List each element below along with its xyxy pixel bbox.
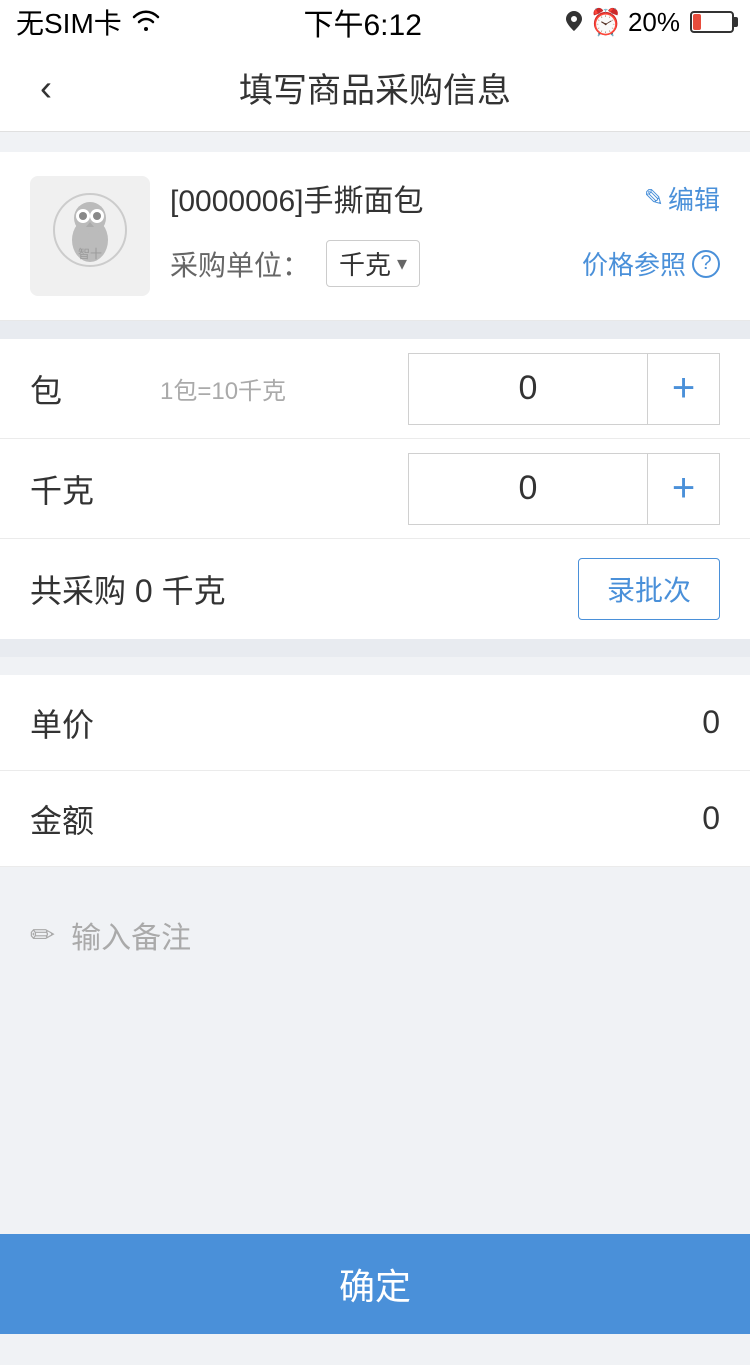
- product-card: 智十 [0000006]手撕面包 ✎ 编辑 采购单位： 千克: [0, 152, 750, 321]
- unit-label: 采购单位：: [170, 244, 310, 284]
- unit-selector[interactable]: 千克 ▾: [326, 240, 420, 287]
- summary-text: 共采购 0 千克: [30, 566, 226, 612]
- kg-qty-control: +: [408, 453, 720, 525]
- summary-row: 共采购 0 千克 录批次: [0, 539, 750, 639]
- kg-input-row: 千克 +: [0, 439, 750, 539]
- product-image: 智十: [30, 176, 150, 296]
- section-divider-2: [0, 639, 750, 657]
- wifi-icon: [130, 6, 162, 38]
- bag-input-row: 包 1包=10千克 +: [0, 339, 750, 439]
- bag-qty-input[interactable]: [408, 353, 648, 425]
- edit-icon: ✎: [644, 184, 664, 213]
- price-ref-button[interactable]: 价格参照 ?: [582, 245, 720, 282]
- alarm-icon: ⏰: [590, 7, 622, 38]
- bag-plus-button[interactable]: +: [648, 353, 720, 425]
- kg-qty-input[interactable]: [408, 453, 648, 525]
- svg-text:智十: 智十: [78, 246, 102, 261]
- edit-button[interactable]: ✎ 编辑: [644, 180, 720, 217]
- status-time: 下午6:12: [303, 0, 421, 44]
- unit-price-label: 单价: [30, 700, 94, 746]
- status-bar: 无SIM卡 下午6:12 ⏰ 20%: [0, 0, 750, 44]
- unit-price-row: 单价 0: [0, 675, 750, 771]
- unit-price-value: 0: [702, 704, 720, 741]
- unit-row-left: 采购单位： 千克 ▾: [170, 240, 420, 287]
- empty-space: [0, 985, 750, 1265]
- batch-button[interactable]: 录批次: [578, 558, 720, 620]
- battery-text: 20%: [628, 7, 680, 38]
- amount-value: 0: [702, 800, 720, 837]
- product-name: [0000006]手撕面包: [170, 176, 423, 220]
- price-section: 单价 0 金额 0: [0, 675, 750, 867]
- notes-placeholder: 输入备注: [71, 913, 191, 957]
- bag-label: 包: [30, 366, 150, 412]
- chevron-down-icon: ▾: [397, 251, 407, 276]
- status-right: ⏰ 20%: [564, 7, 734, 38]
- bag-qty-control: +: [408, 353, 720, 425]
- header: ‹ 填写商品采购信息: [0, 44, 750, 132]
- back-button[interactable]: ‹: [30, 57, 62, 119]
- battery-icon: [690, 11, 734, 33]
- page-title: 填写商品采购信息: [239, 63, 511, 112]
- product-logo: 智十: [50, 190, 130, 282]
- info-icon: ?: [692, 250, 720, 278]
- price-ref-label: 价格参照: [582, 245, 686, 282]
- section-divider-1: [0, 321, 750, 339]
- notes-section[interactable]: ✏ 输入备注: [0, 885, 750, 985]
- location-icon: [564, 7, 584, 38]
- product-info: [0000006]手撕面包 ✎ 编辑 采购单位： 千克 ▾: [170, 176, 720, 287]
- bag-sublabel: 1包=10千克: [160, 371, 286, 406]
- status-left: 无SIM卡: [16, 2, 162, 42]
- kg-plus-button[interactable]: +: [648, 453, 720, 525]
- kg-label: 千克: [30, 466, 150, 512]
- amount-row: 金额 0: [0, 771, 750, 867]
- carrier-text: 无SIM卡: [16, 2, 122, 42]
- input-section: 包 1包=10千克 + 千克 +: [0, 339, 750, 539]
- confirm-button[interactable]: 确定: [0, 1234, 750, 1334]
- amount-label: 金额: [30, 796, 94, 842]
- pencil-icon: ✏: [30, 918, 55, 953]
